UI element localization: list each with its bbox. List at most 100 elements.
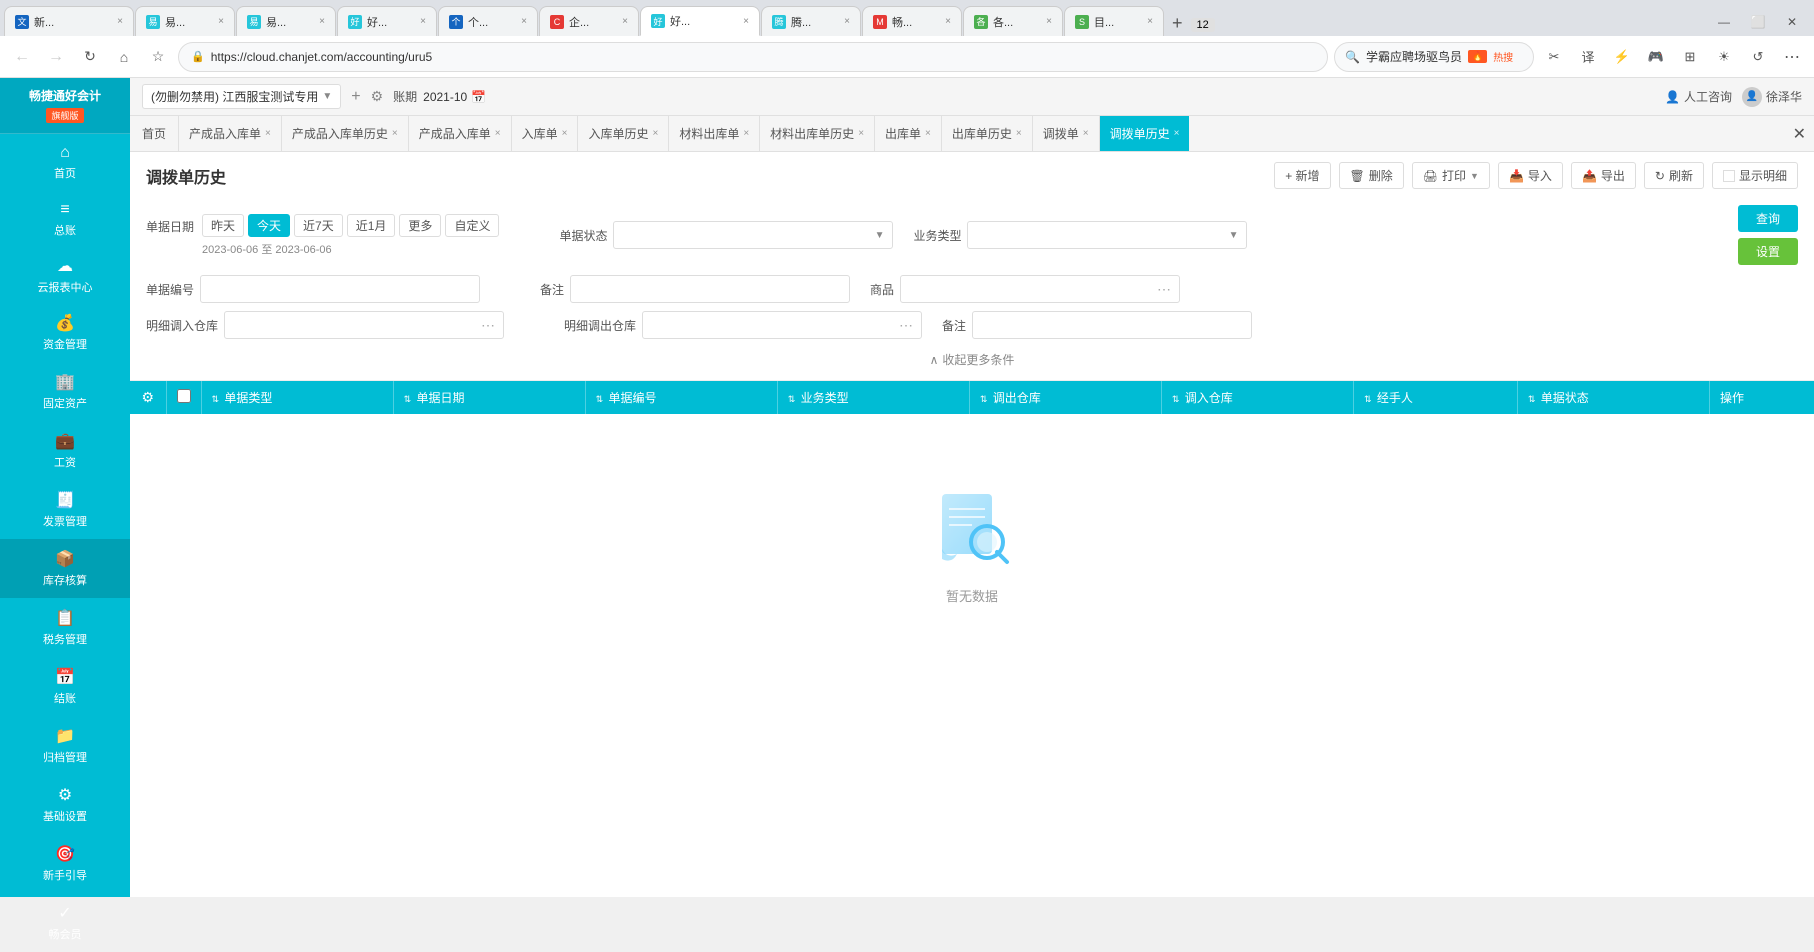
remark-input[interactable] (570, 275, 850, 303)
th-settings[interactable]: ⚙ (130, 381, 166, 414)
browser-tab-4[interactable]: 好 好... × (337, 6, 437, 36)
tab-out-history[interactable]: 出库单历史 × (942, 116, 1033, 152)
tab-close-7[interactable]: × (858, 128, 864, 139)
sidebar-item-home[interactable]: ⌂ 首页 (0, 134, 130, 191)
refresh-browser-button[interactable]: ↻ (76, 43, 104, 71)
browser-tab-9[interactable]: M 畅... × (862, 6, 962, 36)
tab-out[interactable]: 出库单 × (875, 116, 942, 152)
th-in-warehouse[interactable]: ⇅ 调入仓库 (1161, 381, 1353, 414)
browser-tab-11[interactable]: S 目... × (1064, 6, 1164, 36)
tab-material-out[interactable]: 材料出库单 × (669, 116, 760, 152)
bookmark-button[interactable]: ☆ (144, 43, 172, 71)
sidebar-item-close[interactable]: 📅 结账 (0, 657, 130, 716)
extension-icon-2[interactable]: 🎮 (1642, 43, 1670, 71)
delete-button[interactable]: 🗑 删除 (1339, 162, 1404, 189)
sidebar-item-ledger[interactable]: ≡ 总账 (0, 191, 130, 248)
print-dropdown-icon[interactable]: ▼ (1470, 171, 1479, 181)
th-out-warehouse[interactable]: ⇅ 调出仓库 (969, 381, 1161, 414)
sidebar-item-wage[interactable]: 💼 工资 (0, 421, 130, 480)
new-button[interactable]: + 新增 (1274, 162, 1330, 189)
sidebar-item-invoice[interactable]: 🧾 发票管理 (0, 480, 130, 539)
detail-in-more-icon[interactable]: ⋯ (481, 317, 495, 334)
tab-in[interactable]: 入库单 × (512, 116, 579, 152)
extension-icon-1[interactable]: ⚡ (1608, 43, 1636, 71)
tab-product-in2[interactable]: 产成品入库单 × (409, 116, 512, 152)
print-button[interactable]: 🖨 打印 ▼ (1412, 162, 1490, 189)
sidebar-item-report[interactable]: ☁ 云报表中心 (0, 248, 130, 303)
tab-close-3[interactable]: × (495, 128, 501, 139)
browser-tab-7[interactable]: 好 好... × (640, 6, 760, 36)
browser-tab-10[interactable]: 各 各... × (963, 6, 1063, 36)
home-browser-button[interactable]: ⌂ (110, 43, 138, 71)
tab-transfer[interactable]: 调拨单 × (1033, 116, 1100, 152)
remark2-input[interactable] (972, 311, 1252, 339)
forward-button[interactable]: → (42, 43, 70, 71)
tab-material-out-history[interactable]: 材料出库单历史 × (760, 116, 875, 152)
sidebar-item-inventory[interactable]: 📦 库存核算 (0, 539, 130, 598)
new-tab-button[interactable]: + (1164, 13, 1191, 34)
browser-tab-6[interactable]: C 企... × (539, 6, 639, 36)
goods-more-icon[interactable]: ⋯ (1157, 281, 1171, 298)
scissors-icon[interactable]: ✂ (1540, 43, 1568, 71)
support-button[interactable]: 👤 人工咨询 (1665, 88, 1732, 105)
goods-input-container[interactable]: ⋯ (900, 275, 1180, 303)
tab-close-1[interactable]: × (265, 128, 271, 139)
tab-close-5[interactable]: × (652, 128, 658, 139)
detail-in-container[interactable]: ⋯ (224, 311, 504, 339)
tab-close-8[interactable]: × (925, 128, 931, 139)
export-button[interactable]: 📤 导出 (1571, 162, 1636, 189)
close-window-button[interactable]: ✕ (1778, 12, 1806, 32)
th-doc-status[interactable]: ⇅ 单据状态 (1517, 381, 1709, 414)
date-btn-yesterday[interactable]: 昨天 (202, 214, 244, 237)
tab-in-history[interactable]: 入库单历史 × (578, 116, 669, 152)
close-all-tabs-button[interactable]: ✕ (1785, 124, 1814, 144)
tab-close-6[interactable]: × (743, 128, 749, 139)
refresh-page-button[interactable]: ↻ 刷新 (1644, 162, 1704, 189)
tab-close-10[interactable]: × (1083, 128, 1089, 139)
detail-out-container[interactable]: ⋯ (642, 311, 922, 339)
maximize-button[interactable]: ⬜ (1744, 12, 1772, 32)
import-button[interactable]: 📥 导入 (1498, 162, 1563, 189)
minimize-button[interactable]: — (1710, 12, 1738, 32)
th-biz-type[interactable]: ⇅ 业务类型 (777, 381, 969, 414)
date-btn-today[interactable]: 今天 (248, 214, 290, 237)
filter-settings-button[interactable]: 设置 (1738, 238, 1798, 265)
browser-tab-1[interactable]: 文 新... × (4, 6, 134, 36)
collapse-button[interactable]: ∧ 收起更多条件 (146, 347, 1798, 372)
sidebar-item-settings[interactable]: ⚙ 基础设置 (0, 775, 130, 834)
date-btn-7days[interactable]: 近7天 (294, 214, 343, 237)
browser-tab-8[interactable]: 腾 腾... × (761, 6, 861, 36)
tab-product-in-history[interactable]: 产成品入库单历史 × (282, 116, 409, 152)
browser-search-bar[interactable]: 🔍 学霸应聘场驱鸟员 🔥 热搜 (1334, 42, 1534, 72)
menu-icon[interactable]: ⋯ (1778, 43, 1806, 71)
tab-home[interactable]: 首页 (130, 116, 179, 152)
doc-no-input[interactable] (200, 275, 480, 303)
tab-close-2[interactable]: × (392, 128, 398, 139)
sidebar-item-archive[interactable]: 📁 归档管理 (0, 716, 130, 775)
tab-close-4[interactable]: × (562, 128, 568, 139)
tab-close-11[interactable]: × (1174, 128, 1180, 139)
translate-icon[interactable]: 译 (1574, 43, 1602, 71)
th-operator[interactable]: ⇅ 经手人 (1353, 381, 1517, 414)
tab-count-badge[interactable]: 12 (1191, 18, 1215, 32)
user-info[interactable]: 👤 徐泽华 (1742, 87, 1802, 107)
tab-transfer-history[interactable]: 调拨单历史 × (1100, 116, 1190, 152)
add-company-button[interactable]: + (351, 88, 360, 106)
sidebar-item-fund[interactable]: 💰 资金管理 (0, 303, 130, 362)
extension-icon-3[interactable]: ⊞ (1676, 43, 1704, 71)
company-settings-button[interactable]: ⚙ (371, 88, 384, 105)
tab-close-9[interactable]: × (1016, 128, 1022, 139)
browser-tab-3[interactable]: 易 易... × (236, 6, 336, 36)
th-doc-type[interactable]: ⇅ 单据类型 (201, 381, 393, 414)
search-button[interactable]: 查询 (1738, 205, 1798, 232)
sidebar-item-tax[interactable]: 📋 税务管理 (0, 598, 130, 657)
date-btn-more[interactable]: 更多 (399, 214, 441, 237)
back-button[interactable]: ← (8, 43, 36, 71)
sidebar-item-guide[interactable]: 🎯 新手引导 (0, 834, 130, 893)
detail-out-more-icon[interactable]: ⋯ (899, 317, 913, 334)
sidebar-item-member[interactable]: ✓ 畅会员 (0, 893, 130, 952)
th-doc-no[interactable]: ⇅ 单据编号 (585, 381, 777, 414)
th-checkbox[interactable] (166, 381, 201, 414)
company-selector[interactable]: (勿删勿禁用) 江西服宝测试专用 ▼ (142, 84, 341, 109)
browser-tab-5[interactable]: 个 个... × (438, 6, 538, 36)
